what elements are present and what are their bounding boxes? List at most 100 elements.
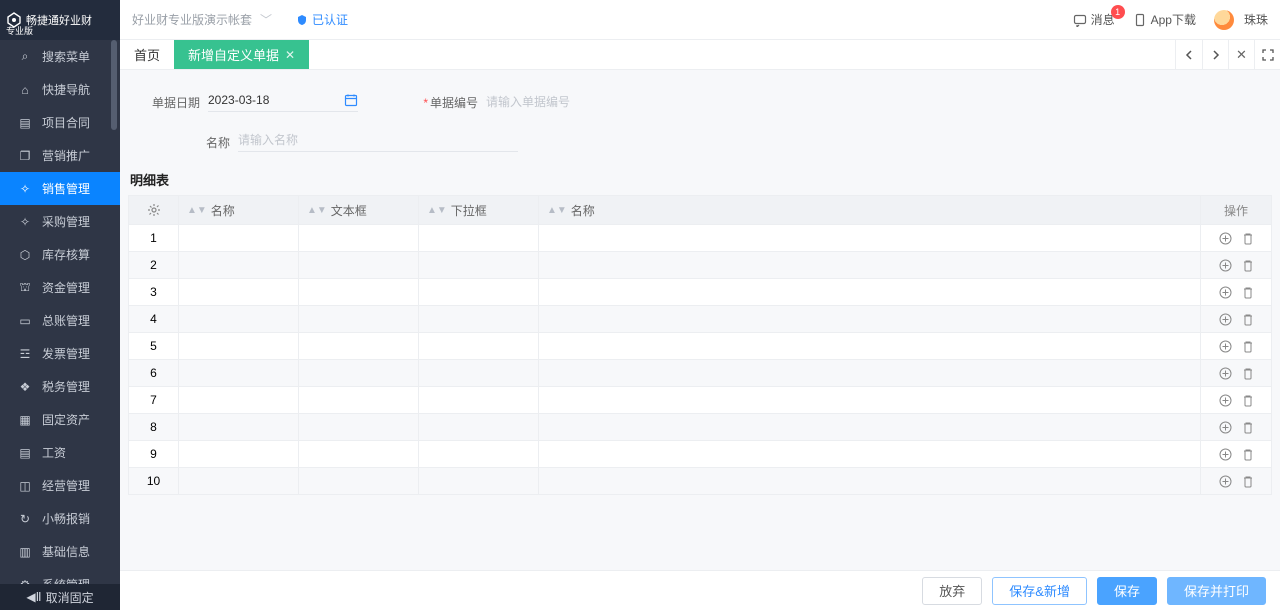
tab-close-all-button[interactable]: ✕: [1228, 40, 1254, 70]
sidebar-item-2[interactable]: ▤项目合同: [0, 106, 120, 139]
chevron-down-icon[interactable]: ﹀: [260, 11, 272, 28]
discard-button[interactable]: 放弃: [922, 577, 982, 605]
messages-button[interactable]: 消息 1: [1073, 11, 1115, 28]
sidebar-item-6[interactable]: ⬡库存核算: [0, 238, 120, 271]
add-row-icon[interactable]: [1219, 448, 1232, 461]
add-row-icon[interactable]: [1219, 367, 1232, 380]
sidebar-item-8[interactable]: ▭总账管理: [0, 304, 120, 337]
table-row[interactable]: 5: [129, 332, 1271, 359]
sidebar: ⌕搜索菜单⌂快捷导航▤项目合同❐营销推广✧销售管理✧采购管理⬡库存核算⛫资金管理…: [0, 40, 120, 610]
sort-icon: ▲▼: [427, 208, 447, 213]
add-row-icon[interactable]: [1219, 394, 1232, 407]
sidebar-item-9[interactable]: ☲发票管理: [0, 337, 120, 370]
fullscreen-button[interactable]: [1254, 40, 1280, 70]
avatar: [1214, 10, 1234, 30]
delete-row-icon[interactable]: [1242, 394, 1254, 407]
col-name2[interactable]: ▲▼名称: [539, 196, 1201, 224]
sidebar-item-14[interactable]: ↻小畅报销: [0, 502, 120, 535]
tab-bar: 首页 新增自定义单据 ✕ ✕: [120, 40, 1280, 70]
code-field[interactable]: [486, 95, 636, 109]
sidebar-unpin[interactable]: ◀Ⅱ 取消固定: [0, 584, 120, 610]
account-selector[interactable]: 好业财专业版演示帐套: [132, 11, 252, 28]
delete-row-icon[interactable]: [1242, 367, 1254, 380]
detail-table: ▲▼名称 ▲▼文本框 ▲▼下拉框 ▲▼名称 操作 12345678910: [128, 195, 1272, 495]
close-icon[interactable]: ✕: [285, 48, 295, 62]
table-row[interactable]: 7: [129, 386, 1271, 413]
table-row[interactable]: 4: [129, 305, 1271, 332]
add-row-icon[interactable]: [1219, 286, 1232, 299]
sidebar-item-1[interactable]: ⌂快捷导航: [0, 73, 120, 106]
table-row[interactable]: 2: [129, 251, 1271, 278]
col-operate: 操作: [1201, 196, 1271, 224]
sidebar-item-15[interactable]: ▥基础信息: [0, 535, 120, 568]
tab-new-custom-doc[interactable]: 新增自定义单据 ✕: [174, 40, 309, 69]
row-index: 10: [129, 468, 179, 494]
footer-actions: 放弃 保存&新增 保存 保存并打印: [120, 570, 1280, 610]
table-row[interactable]: 10: [129, 467, 1271, 494]
sidebar-item-11[interactable]: ▦固定资产: [0, 403, 120, 436]
delete-row-icon[interactable]: [1242, 313, 1254, 326]
delete-row-icon[interactable]: [1242, 475, 1254, 488]
gift-icon: ❐: [18, 149, 32, 163]
delete-row-icon[interactable]: [1242, 448, 1254, 461]
table-settings-button[interactable]: [129, 196, 179, 224]
tab-next-button[interactable]: [1202, 40, 1228, 70]
info-icon: ▥: [18, 545, 32, 559]
sidebar-item-10[interactable]: ❖税务管理: [0, 370, 120, 403]
table-header: ▲▼名称 ▲▼文本框 ▲▼下拉框 ▲▼名称 操作: [129, 196, 1271, 224]
row-index: 8: [129, 414, 179, 440]
save-button[interactable]: 保存: [1097, 577, 1157, 605]
sort-icon: ▲▼: [547, 208, 567, 213]
app-download-button[interactable]: App下载: [1133, 11, 1196, 28]
user-menu[interactable]: 珠珠: [1214, 10, 1268, 30]
code-input[interactable]: [486, 95, 636, 109]
sidebar-item-4[interactable]: ✧销售管理: [0, 172, 120, 205]
name-field[interactable]: [238, 133, 518, 152]
delete-row-icon[interactable]: [1242, 286, 1254, 299]
phone-icon: [1133, 13, 1147, 27]
sidebar-item-0[interactable]: ⌕搜索菜单: [0, 40, 120, 73]
doc-icon: ▤: [18, 446, 32, 460]
date-field[interactable]: 2023-03-18: [208, 93, 358, 112]
row-index: 3: [129, 279, 179, 305]
refresh-icon: ↻: [18, 512, 32, 526]
row-index: 6: [129, 360, 179, 386]
add-row-icon[interactable]: [1219, 475, 1232, 488]
table-row[interactable]: 1: [129, 224, 1271, 251]
col-dropdown[interactable]: ▲▼下拉框: [419, 196, 539, 224]
add-row-icon[interactable]: [1219, 421, 1232, 434]
asset-icon: ▦: [18, 413, 32, 427]
header: 好业财专业版演示帐套 ﹀ 已认证 消息 1 App下载 珠珠: [120, 0, 1280, 40]
sidebar-item-12[interactable]: ▤工资: [0, 436, 120, 469]
tab-prev-button[interactable]: [1176, 40, 1202, 70]
add-row-icon[interactable]: [1219, 232, 1232, 245]
tab-home[interactable]: 首页: [120, 40, 174, 69]
delete-row-icon[interactable]: [1242, 421, 1254, 434]
save-and-new-button[interactable]: 保存&新增: [992, 577, 1087, 605]
delete-row-icon[interactable]: [1242, 232, 1254, 245]
col-name[interactable]: ▲▼名称: [179, 196, 299, 224]
add-row-icon[interactable]: [1219, 340, 1232, 353]
delete-row-icon[interactable]: [1242, 340, 1254, 353]
col-text[interactable]: ▲▼文本框: [299, 196, 419, 224]
sidebar-item-3[interactable]: ❐营销推广: [0, 139, 120, 172]
table-row[interactable]: 6: [129, 359, 1271, 386]
sidebar-item-13[interactable]: ◫经营管理: [0, 469, 120, 502]
receipt-icon: ☲: [18, 347, 32, 361]
sort-icon: ▲▼: [187, 208, 207, 213]
table-row[interactable]: 3: [129, 278, 1271, 305]
package-icon: ⬡: [18, 248, 32, 262]
table-row[interactable]: 8: [129, 413, 1271, 440]
sidebar-item-5[interactable]: ✧采购管理: [0, 205, 120, 238]
name-input[interactable]: [238, 133, 518, 147]
delete-row-icon[interactable]: [1242, 259, 1254, 272]
sidebar-item-7[interactable]: ⛫资金管理: [0, 271, 120, 304]
sidebar-scrollbar[interactable]: [111, 40, 117, 610]
save-and-print-button[interactable]: 保存并打印: [1167, 577, 1266, 605]
add-row-icon[interactable]: [1219, 259, 1232, 272]
table-row[interactable]: 9: [129, 440, 1271, 467]
calendar-icon[interactable]: [344, 93, 358, 107]
add-row-icon[interactable]: [1219, 313, 1232, 326]
home-icon: ⌂: [18, 83, 32, 97]
row-index: 1: [129, 225, 179, 251]
